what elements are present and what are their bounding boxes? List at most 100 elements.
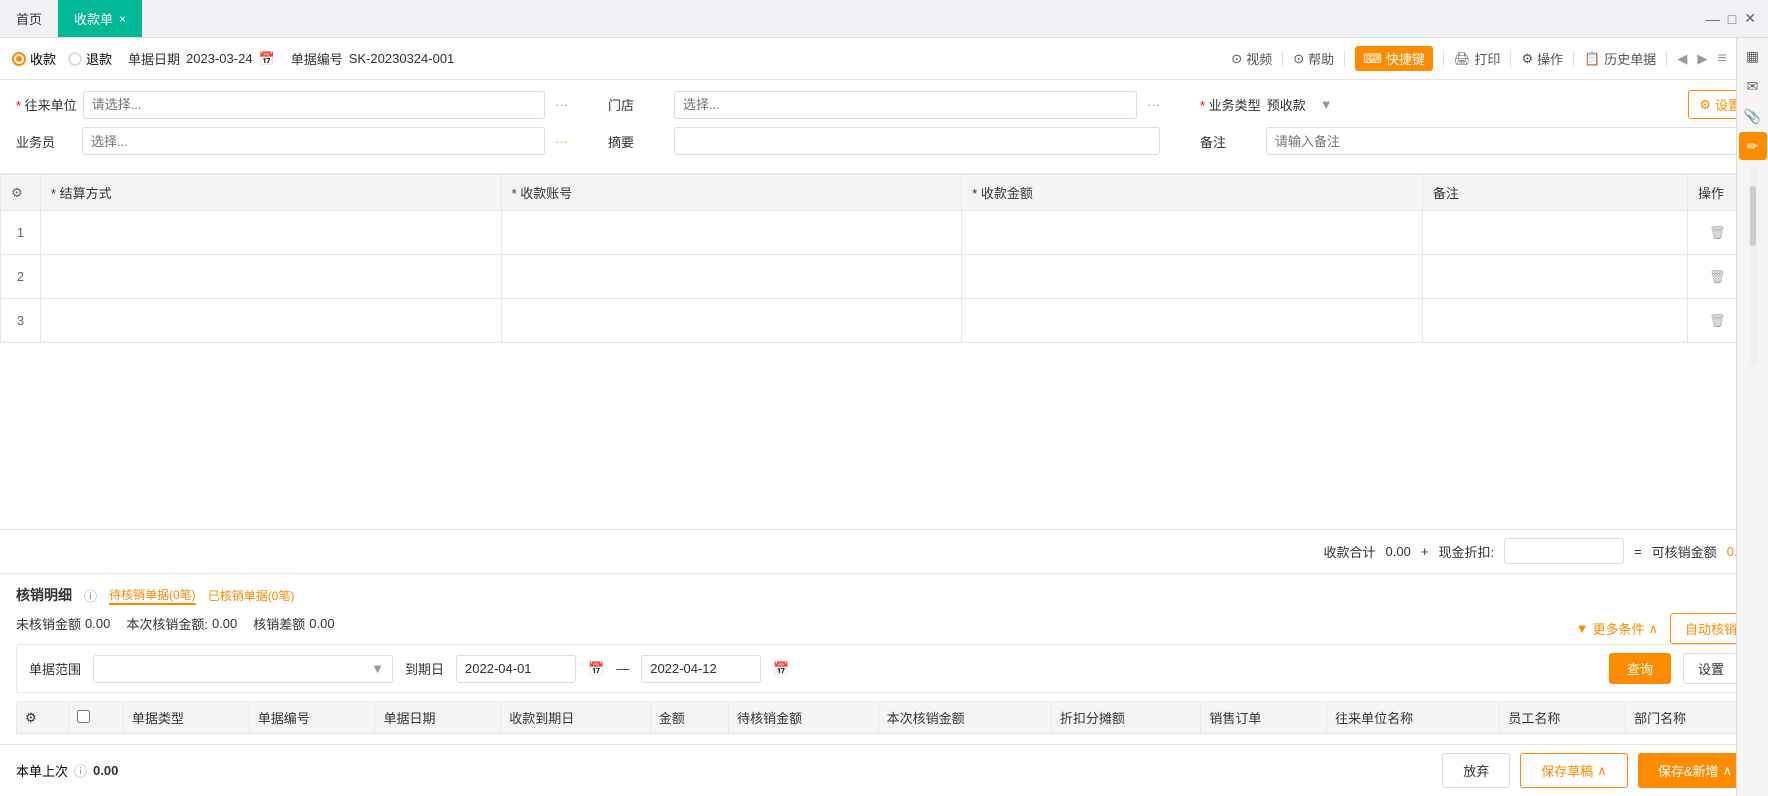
remark-field: 备注 (1200, 127, 1752, 155)
row-1-account[interactable] (501, 211, 962, 255)
sidebar-mail-icon[interactable]: ✉ (1739, 72, 1767, 100)
remark-label: 备注 (1200, 132, 1260, 151)
sidebar-table-icon[interactable]: ▦ (1739, 42, 1767, 70)
bt-check-header (69, 702, 124, 734)
row-1-delete-icon[interactable]: 🗑 (1709, 225, 1726, 240)
calendar-from-icon[interactable]: 📅 (588, 661, 604, 677)
divider1 (1282, 51, 1283, 67)
bottom-left: 本单上次 ⓘ 0.00 (16, 761, 118, 780)
shop-input[interactable] (674, 91, 1137, 119)
minimize-btn[interactable]: — (1706, 11, 1720, 27)
row-2-amount[interactable] (962, 255, 1423, 299)
tab-home[interactable]: 首页 (0, 0, 58, 37)
query-btn[interactable]: 查询 (1609, 653, 1671, 684)
shop-field: 门店 ··· (608, 91, 1160, 119)
row-2-settle[interactable] (41, 255, 502, 299)
bt-select-all[interactable] (77, 710, 90, 723)
last-value: 0.00 (93, 763, 118, 778)
calendar-to-icon[interactable]: 📅 (773, 661, 789, 677)
table-gear-icon[interactable]: ⚙ (11, 185, 23, 200)
row-3-delete-icon[interactable]: 🗑 (1709, 313, 1726, 328)
party-field: 往来单位 ··· (16, 91, 568, 119)
unverified-label: 未核销金额 (16, 614, 81, 633)
more-conditions-btn[interactable]: ▼ 更多条件 ∧ (1576, 619, 1658, 638)
save-new-btn[interactable]: 保存&新增 ∧ (1638, 753, 1752, 788)
summary-label: 摘要 (608, 132, 668, 151)
range-dropdown-icon[interactable]: ▼ (371, 661, 384, 676)
row-2-account[interactable] (501, 255, 962, 299)
shortcut-btn[interactable]: ⌨ 快捷键 (1355, 46, 1433, 71)
date-to-input[interactable] (641, 655, 761, 683)
sidebar-edit-icon[interactable]: ✏ (1739, 132, 1767, 160)
party-more-icon[interactable]: ··· (555, 97, 568, 112)
maximize-btn[interactable]: □ (1728, 11, 1736, 27)
receipt-radio[interactable]: 收款 (12, 49, 56, 68)
bt-pending-header: 待核销金额 (729, 702, 878, 734)
save-new-label: 保存&新增 (1658, 761, 1719, 780)
tab-home-label: 首页 (16, 9, 42, 28)
abandon-btn[interactable]: 放弃 (1442, 753, 1510, 788)
row-3-amount[interactable] (962, 299, 1423, 343)
number-label: 单据编号 (291, 49, 343, 68)
form-row-2: 业务员 ··· 摘要 备注 (16, 127, 1752, 155)
row-3-settle[interactable] (41, 299, 502, 343)
writeoff-stats-row: 未核销金额 0.00 本次核销金额: 0.00 核销差额 0.00 ▼ 更多条件… (16, 613, 1752, 644)
view-list-icon[interactable]: ≡ (1717, 50, 1726, 68)
save-draft-btn[interactable]: 保存草稿 ∧ (1520, 753, 1628, 788)
close-btn[interactable]: ✕ (1744, 10, 1756, 27)
party-input[interactable] (83, 91, 545, 119)
shop-more-icon[interactable]: ··· (1147, 97, 1160, 112)
video-btn[interactable]: ⊙ 视频 (1231, 49, 1272, 68)
history-btn[interactable]: 📋 历史单据 (1584, 49, 1656, 68)
refund-radio[interactable]: 退款 (68, 49, 112, 68)
help-btn[interactable]: ⊙ 帮助 (1293, 49, 1334, 68)
sidebar-clip-icon[interactable]: 📎 (1739, 102, 1767, 130)
plus-sign: + (1421, 544, 1429, 559)
row-2-delete-icon[interactable]: 🗑 (1709, 269, 1726, 284)
remark-col-label: 备注 (1433, 186, 1459, 201)
nav-prev-icon[interactable]: ◀ (1677, 51, 1687, 67)
print-btn[interactable]: 🖨 打印 (1454, 49, 1501, 68)
more-conditions-label: 更多条件 (1592, 619, 1644, 638)
discount-input[interactable] (1504, 538, 1624, 564)
discount-label: 现金折扣: (1438, 542, 1494, 561)
filter-icon: ▼ (1576, 621, 1589, 636)
row-3-remark[interactable] (1422, 299, 1687, 343)
bt-party-header: 往来单位名称 (1327, 702, 1500, 734)
form-row-1: 往来单位 ··· 门店 ··· 业务类型 预收款 ▼ ⚙ 设置 (16, 90, 1752, 119)
receipt-radio-label: 收款 (30, 49, 56, 68)
summary-input[interactable] (674, 127, 1160, 155)
row-1-amount[interactable] (962, 211, 1423, 255)
date-field: 单据日期 2023-03-24 📅 (128, 49, 275, 68)
row-3-account[interactable] (501, 299, 962, 343)
right-sidebar: ▦ ✉ 📎 ✏ (1736, 38, 1768, 796)
operation-btn[interactable]: ⚙ 操作 (1521, 49, 1563, 68)
nav-next-icon[interactable]: ▶ (1697, 51, 1707, 67)
save-draft-dropdown-icon[interactable]: ∧ (1597, 763, 1607, 779)
row-1-remark[interactable] (1422, 211, 1687, 255)
calendar-icon[interactable]: 📅 (259, 51, 275, 67)
row-3-num: 3 (1, 299, 41, 343)
divider3 (1443, 51, 1444, 67)
row-2-remark[interactable] (1422, 255, 1687, 299)
date-value: 2023-03-24 (186, 51, 253, 66)
table-footer: 收款合计 0.00 + 现金折扣: = 可核销金额 0.00 (0, 529, 1768, 572)
remark-input[interactable] (1266, 127, 1752, 155)
bt-staff-header: 员工名称 (1500, 702, 1626, 734)
row-1-settle[interactable] (41, 211, 502, 255)
date-from-input[interactable] (456, 655, 576, 683)
business-type-dropdown[interactable]: ▼ (1320, 97, 1333, 112)
staff-input[interactable] (82, 127, 545, 155)
writeoff-actions: ▼ 更多条件 ∧ 自动核销 (1576, 613, 1752, 644)
done-tab[interactable]: 已核销单据(0笔) (208, 587, 295, 604)
bottom-right: 放弃 保存草稿 ∧ 保存&新增 ∧ (1442, 753, 1752, 788)
pending-tab[interactable]: 待核销单据(0笔) (109, 586, 196, 605)
staff-more-icon[interactable]: ··· (555, 134, 568, 149)
setting-small-btn[interactable]: 设置 (1683, 653, 1739, 684)
tab-close-icon[interactable]: × (119, 12, 126, 26)
tab-receipt[interactable]: 收款单 × (58, 0, 142, 37)
receipt-type-group: 收款 退款 (12, 49, 112, 68)
scrollbar-thumb[interactable] (1750, 186, 1756, 246)
bt-gear-icon[interactable]: ⚙ (25, 710, 37, 725)
save-new-dropdown-icon[interactable]: ∧ (1722, 763, 1732, 779)
